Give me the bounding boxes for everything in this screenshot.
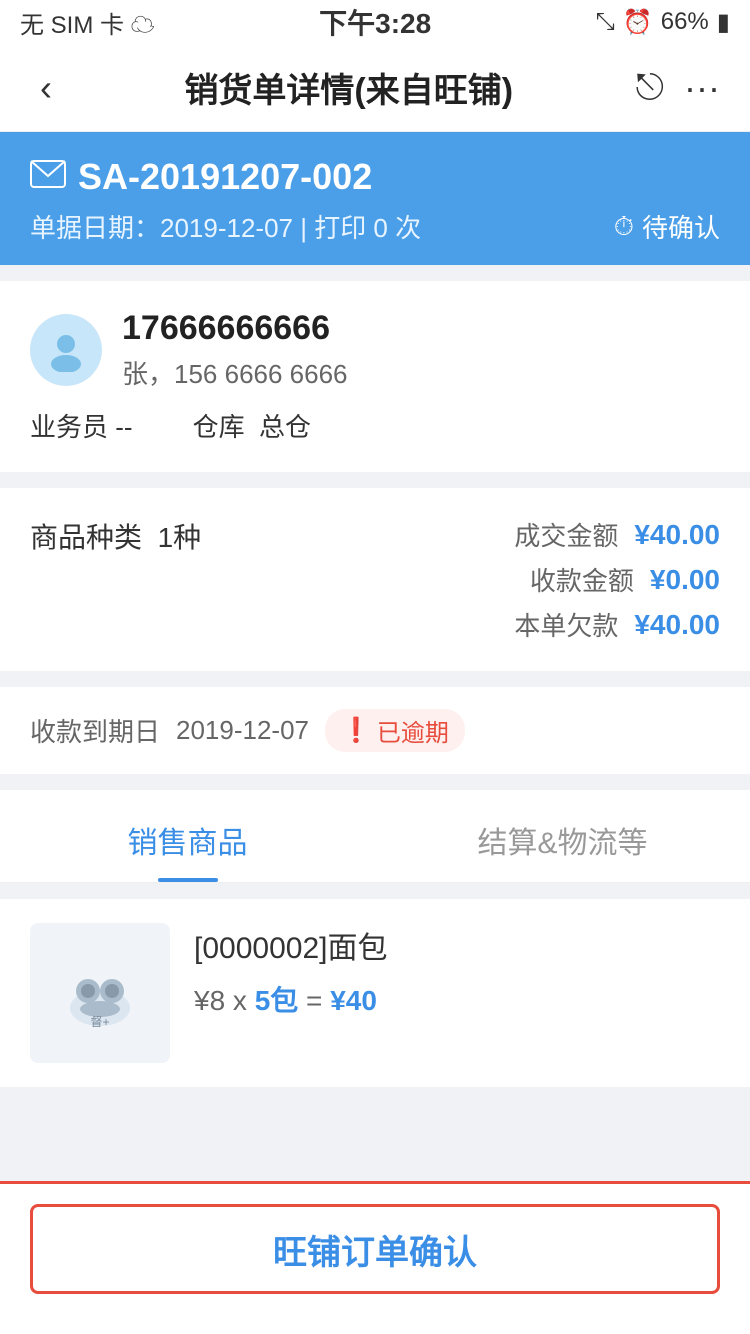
clock-icon: ⏱ (614, 211, 634, 243)
more-icon[interactable]: ··· (684, 67, 720, 109)
stats-section: 商品种类 1种 成交金额 ¥40.00 收款金额 ¥0.00 本单欠款 ¥40.… (0, 488, 750, 671)
owed-amount-row: 本单欠款 ¥40.00 (514, 606, 720, 643)
sim-status: 无 SIM 卡 ☁ (20, 5, 155, 40)
deal-amount-row: 成交金额 ¥40.00 (514, 516, 720, 553)
stats-row: 商品种类 1种 成交金额 ¥40.00 收款金额 ¥0.00 本单欠款 ¥40.… (30, 516, 720, 643)
confirm-order-button[interactable]: 旺铺订单确认 (30, 1204, 720, 1294)
product-qty: 5包 (255, 985, 299, 1016)
product-name: [0000002]面包 (194, 923, 720, 967)
customer-details: 17666666666 张，156 6666 6666 (122, 309, 348, 391)
equals-sign: = (298, 985, 330, 1016)
overdue-text: 已逾期 (377, 713, 449, 748)
deal-amount-label: 成交金额 (514, 516, 618, 553)
received-amount-value: ¥0.00 (650, 564, 720, 596)
tabs-section: 销售商品 结算&物流等 (0, 790, 750, 883)
customer-phone: 17666666666 (122, 309, 348, 348)
salesman-label: 业务员 -- (30, 407, 133, 444)
stats-left: 商品种类 1种 (30, 516, 201, 556)
deal-amount-value: ¥40.00 (634, 519, 720, 551)
svg-text:督+: 督+ (90, 1014, 109, 1029)
status-right: ⤡ ⏰ 66% ▮ (596, 8, 730, 37)
order-status: ⏱ 待确认 (614, 208, 720, 245)
order-status-text: 待确认 (642, 208, 720, 245)
customer-name-info: 张，156 6666 6666 (122, 354, 348, 391)
due-date-value: 2019-12-07 (176, 715, 309, 746)
product-thumbnail: 督+ (30, 923, 170, 1063)
status-left: 无 SIM 卡 ☁ (20, 5, 155, 40)
product-price: ¥8 x 5包 = ¥40 (194, 979, 720, 1019)
owed-amount-label: 本单欠款 (514, 606, 618, 643)
overdue-badge: ❗ 已逾期 (325, 709, 465, 752)
order-date: 单据日期：2019-12-07 | 打印 0 次 (30, 208, 421, 245)
share-icon[interactable]: ⎋ (636, 66, 664, 109)
product-total: ¥40 (330, 985, 377, 1016)
status-bar: 无 SIM 卡 ☁ 下午3:28 ⤡ ⏰ 66% ▮ (0, 0, 750, 44)
page-title: 销货单详情(来自旺铺) (184, 63, 513, 112)
order-id-text: SA-20191207-002 (78, 156, 372, 198)
tab-settlement-logistics[interactable]: 结算&物流等 (375, 790, 750, 882)
due-date-section: 收款到期日 2019-12-07 ❗ 已逾期 (0, 687, 750, 774)
order-meta-row: 单据日期：2019-12-07 | 打印 0 次 ⏱ 待确认 (30, 208, 720, 245)
owed-amount-value: ¥40.00 (634, 609, 720, 641)
battery-icon: ▮ (717, 8, 730, 37)
nav-bar: ‹ 销货单详情(来自旺铺) ⎋ ··· (0, 44, 750, 132)
product-section: 督+ [0000002]面包 ¥8 x 5包 = ¥40 (0, 899, 750, 1087)
alarm-icon: ⏰ (623, 8, 653, 37)
product-info: [0000002]面包 ¥8 x 5包 = ¥40 (194, 923, 720, 1019)
stats-right: 成交金额 ¥40.00 收款金额 ¥0.00 本单欠款 ¥40.00 (514, 516, 720, 643)
back-button[interactable]: ‹ (30, 57, 62, 119)
order-header-card: SA-20191207-002 单据日期：2019-12-07 | 打印 0 次… (0, 132, 750, 265)
nav-actions: ⎋ ··· (636, 66, 720, 109)
unit-price: ¥8 x (194, 985, 255, 1016)
received-amount-label: 收款金额 (530, 561, 634, 598)
warehouse-info: 仓库 总仓 (193, 407, 311, 444)
order-envelope-icon (30, 159, 66, 196)
confirm-button-wrap: 旺铺订单确认 (0, 1181, 750, 1334)
received-amount-row: 收款金额 ¥0.00 (530, 561, 720, 598)
customer-section: 17666666666 张，156 6666 6666 业务员 -- 仓库 总仓 (0, 281, 750, 472)
customer-row: 17666666666 张，156 6666 6666 (30, 309, 720, 391)
location-icon: ⤡ (596, 8, 615, 36)
customer-extra-info: 业务员 -- 仓库 总仓 (30, 407, 720, 444)
overdue-warning-icon: ❗ (341, 716, 371, 745)
avatar (30, 314, 102, 386)
battery-level: 66% (661, 8, 709, 36)
tab-sales-products[interactable]: 销售商品 (0, 790, 375, 882)
product-types: 商品种类 1种 (30, 516, 201, 556)
order-id-row: SA-20191207-002 (30, 156, 720, 198)
status-time: 下午3:28 (319, 2, 431, 42)
due-date-label: 收款到期日 (30, 712, 160, 749)
